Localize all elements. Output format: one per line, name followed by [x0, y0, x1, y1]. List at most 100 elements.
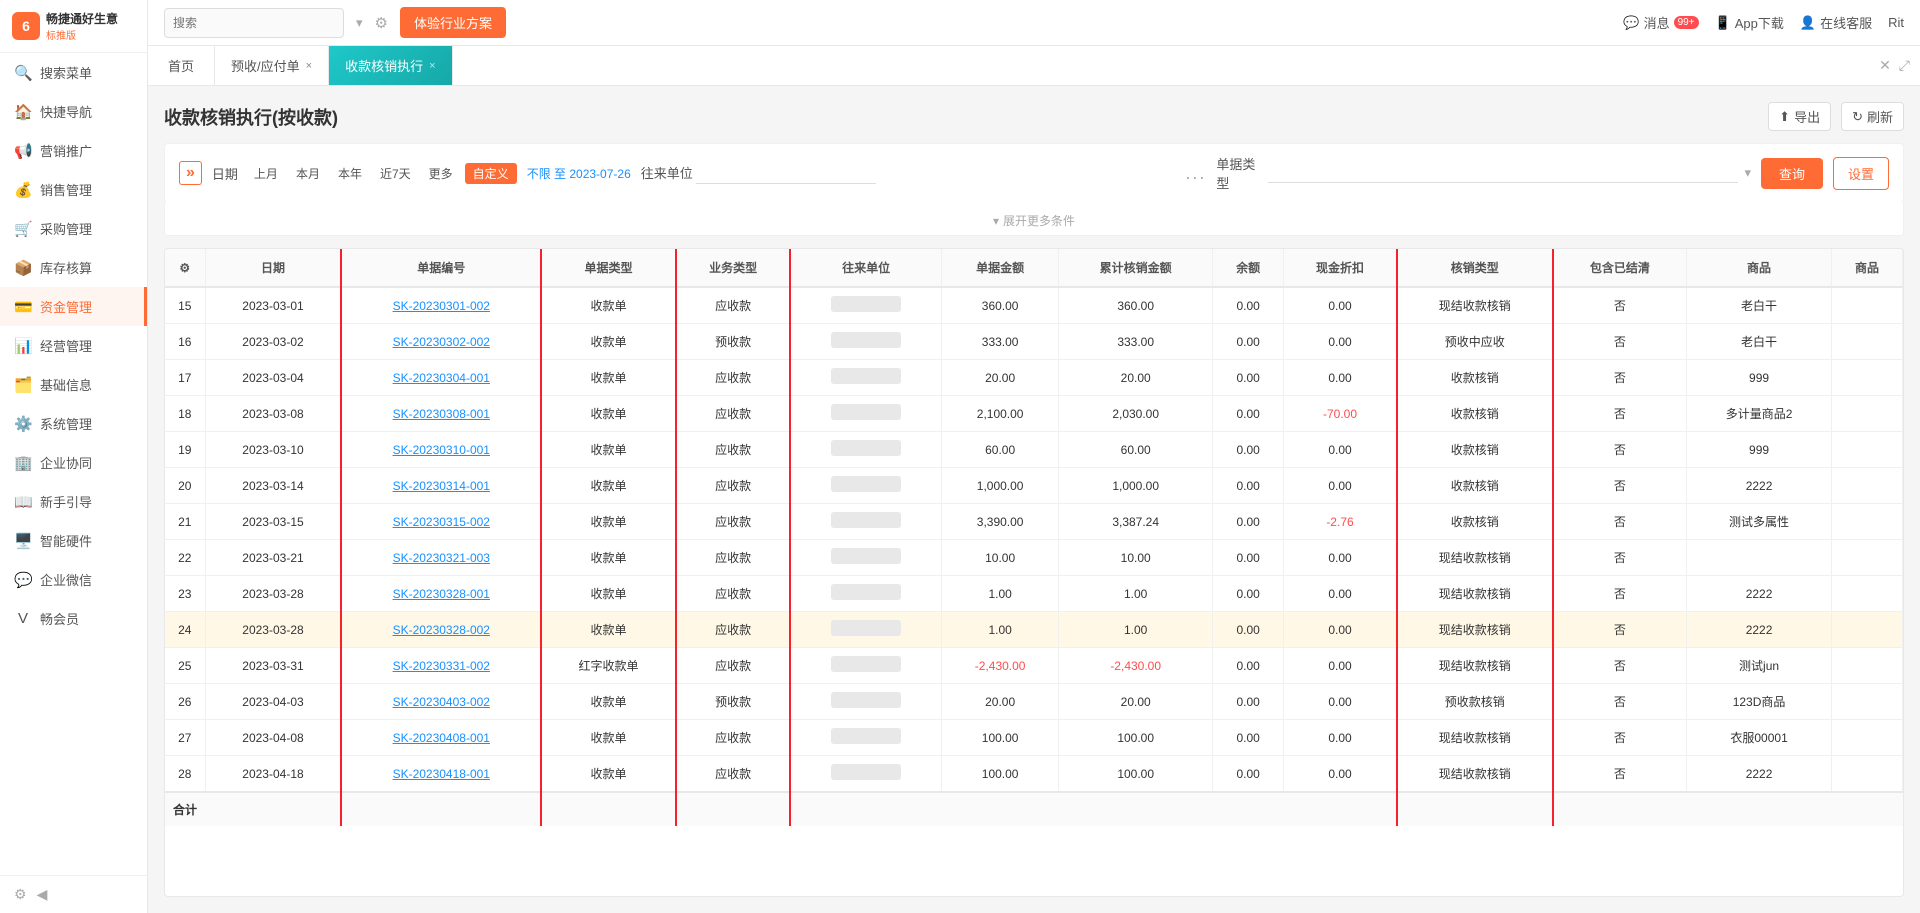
cell-discount-9: 0.00 [1284, 612, 1397, 648]
date-this-year[interactable]: 本年 [332, 163, 368, 184]
bill-no-link-0[interactable]: SK-20230301-002 [393, 299, 490, 313]
service-button[interactable]: 👤 在线客服 [1800, 13, 1872, 32]
cell-bill-no-7[interactable]: SK-20230321-003 [341, 540, 541, 576]
refresh-button[interactable]: ↻ 刷新 [1841, 102, 1904, 131]
sidebar-item-wechat[interactable]: 💬企业微信 [0, 560, 147, 599]
bill-no-link-6[interactable]: SK-20230315-002 [393, 515, 490, 529]
cell-unit-1 [790, 324, 941, 360]
cell-bill-no-11[interactable]: SK-20230403-002 [341, 684, 541, 720]
cell-date-11: 2023-04-03 [205, 684, 341, 720]
cell-bill-no-1[interactable]: SK-20230302-002 [341, 324, 541, 360]
tab-verification[interactable]: 收款核销执行 × [329, 46, 452, 85]
date-last-month[interactable]: 上月 [248, 163, 284, 184]
tab-prepay[interactable]: 预收/应付单 × [215, 46, 329, 85]
bill-no-link-5[interactable]: SK-20230314-001 [393, 479, 490, 493]
sidebar-item-basicinfo[interactable]: 🗂️基础信息 [0, 365, 147, 404]
sidebar-item-hardware[interactable]: 🖥️智能硬件 [0, 521, 147, 560]
table-row: 22 2023-03-21 SK-20230321-003 收款单 应收款 10… [165, 540, 1903, 576]
date-last-7-days[interactable]: 近7天 [374, 163, 417, 184]
cell-goods1-7 [1687, 540, 1832, 576]
sidebar-item-quicknav[interactable]: 🏠快捷导航 [0, 92, 147, 131]
search-chevron-icon[interactable]: ▾ [356, 15, 363, 31]
sidebar-item-finance[interactable]: 💳资金管理 [0, 287, 147, 326]
sidebar-item-inventory[interactable]: 📦库存核算 [0, 248, 147, 287]
bill-no-link-13[interactable]: SK-20230418-001 [393, 767, 490, 781]
bill-no-link-2[interactable]: SK-20230304-001 [393, 371, 490, 385]
collapse-icon[interactable]: ◀ [37, 886, 48, 903]
bill-no-link-7[interactable]: SK-20230321-003 [393, 551, 490, 565]
cell-bill-no-0[interactable]: SK-20230301-002 [341, 287, 541, 324]
filter-settings-button[interactable]: 设置 [1833, 157, 1889, 190]
sidebar-item-member[interactable]: V畅会员 [0, 599, 147, 638]
cell-no-3: 18 [165, 396, 205, 432]
unit-input[interactable] [696, 164, 876, 184]
date-more[interactable]: 更多 [423, 163, 459, 184]
cell-bill-no-8[interactable]: SK-20230328-001 [341, 576, 541, 612]
cell-discount-8: 0.00 [1284, 576, 1397, 612]
export-button[interactable]: ⬆ 导出 [1768, 102, 1831, 131]
sidebar-item-marketing[interactable]: 📢营销推广 [0, 131, 147, 170]
bill-no-link-4[interactable]: SK-20230310-001 [393, 443, 490, 457]
date-custom[interactable]: 自定义 [465, 163, 517, 184]
settings-col-icon[interactable]: ⚙ [179, 261, 190, 275]
sidebar-label-basicinfo: 基础信息 [40, 375, 92, 394]
bill-no-link-12[interactable]: SK-20230408-001 [393, 731, 490, 745]
cell-bill-no-10[interactable]: SK-20230331-002 [341, 648, 541, 684]
bill-no-link-9[interactable]: SK-20230328-002 [393, 623, 490, 637]
cell-bill-no-3[interactable]: SK-20230308-001 [341, 396, 541, 432]
cell-biz-type-1: 预收款 [676, 324, 790, 360]
tab-home[interactable]: 首页 [148, 46, 215, 85]
topbar-gear-icon[interactable]: ⚙ [375, 14, 388, 32]
expand-more-button[interactable]: ▾ 展开更多条件 [171, 208, 1897, 229]
settings-icon[interactable]: ⚙ [14, 886, 27, 903]
query-button[interactable]: 查询 [1761, 158, 1823, 189]
cell-bill-no-5[interactable]: SK-20230314-001 [341, 468, 541, 504]
sidebar-menu: 🔍搜索菜单🏠快捷导航📢营销推广💰销售管理🛒采购管理📦库存核算💳资金管理📊经营管理… [0, 53, 147, 875]
col-header-checkbox[interactable]: ⚙ [165, 249, 205, 287]
cell-verify-type-10: 现结收款核销 [1397, 648, 1553, 684]
cell-bill-no-2[interactable]: SK-20230304-001 [341, 360, 541, 396]
tabbar-close-all-icon[interactable]: ✕ [1879, 57, 1891, 74]
date-this-month[interactable]: 本月 [290, 163, 326, 184]
cell-included-6: 否 [1553, 504, 1687, 540]
bill-no-link-3[interactable]: SK-20230308-001 [393, 407, 490, 421]
cell-bill-no-13[interactable]: SK-20230418-001 [341, 756, 541, 793]
sidebar-item-corp[interactable]: 🏢企业协同 [0, 443, 147, 482]
sidebar-item-sales[interactable]: 💰销售管理 [0, 170, 147, 209]
cell-bill-no-6[interactable]: SK-20230315-002 [341, 504, 541, 540]
cell-bill-no-12[interactable]: SK-20230408-001 [341, 720, 541, 756]
tab-verification-close[interactable]: × [429, 60, 435, 72]
sidebar-icon-system: ⚙️ [14, 415, 32, 433]
cell-unit-8 [790, 576, 941, 612]
sidebar-item-guide[interactable]: 📖新手引导 [0, 482, 147, 521]
cell-biz-type-13: 应收款 [676, 756, 790, 793]
bill-no-link-11[interactable]: SK-20230403-002 [393, 695, 490, 709]
bill-no-link-8[interactable]: SK-20230328-001 [393, 587, 490, 601]
tab-prepay-close[interactable]: × [306, 60, 312, 72]
topbar-search-box[interactable] [164, 8, 344, 38]
footer-unit [790, 792, 941, 826]
cell-unit-11 [790, 684, 941, 720]
bill-no-link-10[interactable]: SK-20230331-002 [393, 659, 490, 673]
footer-included [1553, 792, 1687, 826]
user-menu[interactable]: Rit [1888, 15, 1904, 30]
sidebar-item-system[interactable]: ⚙️系统管理 [0, 404, 147, 443]
app-download-button[interactable]: 📱 App下载 [1715, 13, 1784, 32]
cell-bill-no-4[interactable]: SK-20230310-001 [341, 432, 541, 468]
type-select[interactable] [1268, 163, 1738, 183]
bill-no-link-1[interactable]: SK-20230302-002 [393, 335, 490, 349]
solution-button[interactable]: 体验行业方案 [400, 7, 506, 38]
sidebar-item-purchase[interactable]: 🛒采购管理 [0, 209, 147, 248]
filter-toggle-button[interactable]: » [179, 161, 202, 185]
search-input[interactable] [173, 16, 335, 30]
sidebar-item-operations[interactable]: 📊经营管理 [0, 326, 147, 365]
cell-goods2-1 [1831, 324, 1902, 360]
cell-bill-type-13: 收款单 [541, 756, 676, 793]
sidebar-item-search[interactable]: 🔍搜索菜单 [0, 53, 147, 92]
message-button[interactable]: 💬 消息 99+ [1623, 13, 1698, 32]
table-row: 17 2023-03-04 SK-20230304-001 收款单 应收款 20… [165, 360, 1903, 396]
cell-bill-no-9[interactable]: SK-20230328-002 [341, 612, 541, 648]
tabbar-expand-icon[interactable]: ⤢ [1899, 57, 1910, 74]
date-label: 日期 [212, 164, 238, 183]
message-icon: 💬 [1623, 15, 1639, 31]
